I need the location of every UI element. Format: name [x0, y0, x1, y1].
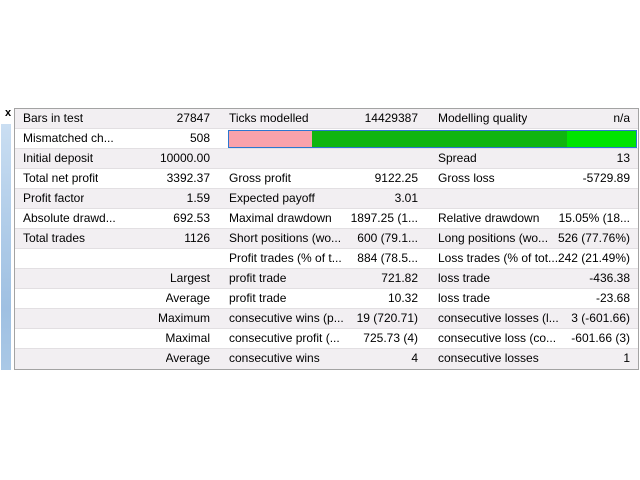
mismatched-charts-segment — [229, 131, 312, 147]
label-col3: Loss trades (% of tot... — [438, 251, 559, 265]
label-col1: Total trades — [23, 231, 86, 245]
value-col2: 725.73 (4) — [363, 331, 418, 345]
strategy-tester-report-panel: x Bars in test 27847 Ticks modelled 1442938… — [0, 0, 640, 480]
table-row[interactable]: Maximum consecutive wins (p... 19 (720.71)… — [15, 309, 638, 329]
label-col3: consecutive losses (l... — [438, 311, 559, 325]
value-col2: 14429387 — [364, 111, 418, 125]
label-col2: Maximal drawdown — [229, 211, 332, 225]
label-col1: Initial deposit — [23, 151, 94, 165]
table-row[interactable]: Profit factor 1.59 Expected payoff 3.01 — [15, 189, 638, 209]
label-col2: consecutive profit (... — [229, 331, 340, 345]
label-col1: Bars in test — [23, 111, 84, 125]
tail-segment — [567, 131, 636, 147]
panel-left-edge-strip — [1, 124, 11, 370]
table-row[interactable]: Average profit trade 10.32 loss trade -23.68 — [15, 289, 638, 309]
value-col3: n/a — [613, 111, 630, 125]
table-row[interactable]: Profit trades (% of t... 884 (78.5... Loss… — [15, 249, 638, 269]
value-col1: 1126 — [184, 231, 210, 245]
table-row[interactable]: Total net profit 3392.37 Gross profit 9122.… — [15, 169, 638, 189]
value-col3: -436.38 — [589, 271, 630, 285]
value-col3: 3 (-601.66) — [571, 311, 630, 325]
value-col3: 15.05% (18... — [558, 211, 630, 225]
value-col2: 884 (78.5... — [357, 251, 418, 265]
value-col1: Largest — [169, 271, 210, 285]
label-col2: Profit trades (% of t... — [229, 251, 342, 265]
value-col2: 19 (720.71) — [356, 311, 418, 325]
label-col1: Absolute drawd... — [23, 211, 116, 225]
value-col2: 1897.25 (1... — [350, 211, 418, 225]
value-col1: 3392.37 — [166, 171, 210, 185]
value-col2: 600 (79.1... — [357, 231, 418, 245]
table-row[interactable]: Average consecutive wins 4 consecutive loss… — [15, 349, 638, 369]
value-col2: 721.82 — [381, 271, 418, 285]
value-col1: Average — [165, 291, 210, 305]
table-row[interactable]: Bars in test 27847 Ticks modelled 14429387 M… — [15, 109, 638, 129]
label-col3: Modelling quality — [438, 111, 528, 125]
value-col1: Maximum — [157, 311, 210, 325]
modelled-segment — [311, 131, 568, 147]
label-col3: consecutive loss (co... — [438, 331, 557, 345]
label-col1: Total net profit — [23, 171, 99, 185]
label-col2: Ticks modelled — [229, 111, 309, 125]
value-col1: 1.59 — [186, 191, 210, 205]
label-col2: consecutive wins (p... — [229, 311, 344, 325]
label-col1: Mismatched ch... — [23, 131, 114, 145]
value-col3: -5729.89 — [582, 171, 630, 185]
label-col3: Spread — [438, 151, 477, 165]
table-row[interactable]: Initial deposit 10000.00 Spread 13 — [15, 149, 638, 169]
label-col3: Long positions (wo... — [438, 231, 549, 245]
value-col2: 10.32 — [387, 291, 418, 305]
value-col2: 9122.25 — [374, 171, 418, 185]
value-col1: Maximal — [165, 331, 210, 345]
value-col3: 1 — [623, 351, 630, 365]
value-col1: 692.53 — [173, 211, 210, 225]
label-col3: Gross loss — [438, 171, 495, 185]
label-col3: Relative drawdown — [438, 211, 540, 225]
value-col1: Average — [165, 351, 210, 365]
label-col2: profit trade — [229, 271, 287, 285]
value-col2: 4 — [411, 351, 418, 365]
label-col2: consecutive wins — [229, 351, 320, 365]
value-col3: -601.66 (3) — [571, 331, 630, 345]
table-row[interactable]: Largest profit trade 721.82 loss trade -436.… — [15, 269, 638, 289]
close-panel-button[interactable]: x — [2, 106, 14, 120]
value-col3: -23.68 — [595, 291, 630, 305]
table-row[interactable]: Mismatched ch... 508 — [15, 129, 638, 149]
label-col3: loss trade — [438, 271, 491, 285]
table-row[interactable]: Absolute drawd... 692.53 Maximal drawdown 1… — [15, 209, 638, 229]
label-col2: Short positions (wo... — [229, 231, 342, 245]
label-col1: Profit factor — [23, 191, 85, 205]
label-col2: Expected payoff — [229, 191, 315, 205]
label-col2: Gross profit — [229, 171, 292, 185]
modelling-quality-progress-bar — [228, 130, 637, 148]
backtest-report-table: Bars in test 27847 Ticks modelled 14429387 M… — [14, 108, 639, 370]
table-row[interactable]: Total trades 1126 Short positions (wo... 60… — [15, 229, 638, 249]
value-col1: 10000.00 — [159, 151, 210, 165]
label-col2: profit trade — [229, 291, 287, 305]
value-col3: 526 (77.76%) — [557, 231, 630, 245]
value-col3: 242 (21.49%) — [557, 251, 630, 265]
table-row[interactable]: Maximal consecutive profit (... 725.73 (4)… — [15, 329, 638, 349]
label-col3: consecutive losses — [438, 351, 539, 365]
value-col1: 508 — [189, 131, 210, 145]
value-col1: 27847 — [176, 111, 210, 125]
value-col2: 3.01 — [394, 191, 418, 205]
label-col3: loss trade — [438, 291, 491, 305]
value-col3: 13 — [616, 151, 630, 165]
